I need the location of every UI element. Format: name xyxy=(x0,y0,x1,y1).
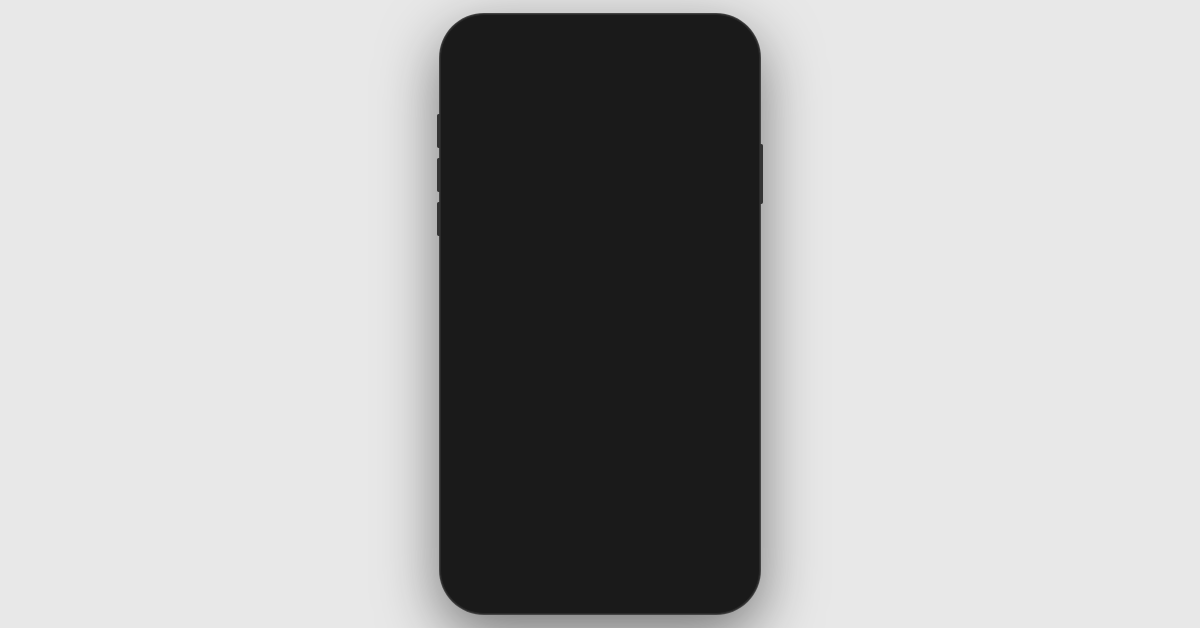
reply-label: Reply xyxy=(488,407,531,427)
message-text: Hi lamb chop, it's only been an hour and… xyxy=(484,256,694,315)
reply-icon: ↩ xyxy=(697,406,712,427)
undo-send-label: Undo Send xyxy=(488,456,573,476)
reaction-question[interactable]: ? xyxy=(678,204,690,227)
context-menu: Reply ↩ Undo Send ↩ Edit ∕ Copy xyxy=(470,392,730,595)
edit-label: Edit xyxy=(488,506,517,526)
undo-send-icon: ↩ xyxy=(697,455,712,476)
reaction-heart[interactable]: ♥ xyxy=(510,202,523,228)
edit-icon: ∕ xyxy=(709,504,712,527)
phone-screen: ♥ 👍 👎 HAHA ‼ ? Hi lamb chop, it's only b… xyxy=(450,24,750,604)
menu-item-undo-send[interactable]: Undo Send ↩ xyxy=(470,441,730,490)
reaction-bar: ♥ 👍 👎 HAHA ‼ ? xyxy=(492,192,708,238)
main-message-bubble: Hi lamb chop, it's only been an hour and… xyxy=(470,242,730,329)
copy-icon xyxy=(692,555,712,581)
reaction-thumbs-down[interactable]: 👎 xyxy=(579,202,606,228)
menu-item-edit[interactable]: Edit ∕ xyxy=(470,490,730,541)
reaction-exclamation[interactable]: ‼ xyxy=(653,205,664,226)
reaction-thumbs-up[interactable]: 👍 xyxy=(537,202,564,228)
phone: ♥ 👍 👎 HAHA ‼ ? Hi lamb chop, it's only b… xyxy=(440,14,760,614)
menu-item-reply[interactable]: Reply ↩ xyxy=(470,392,730,441)
copy-label: Copy xyxy=(488,558,528,578)
menu-item-copy[interactable]: Copy xyxy=(470,541,730,595)
reaction-haha[interactable]: HAHA xyxy=(620,202,639,228)
